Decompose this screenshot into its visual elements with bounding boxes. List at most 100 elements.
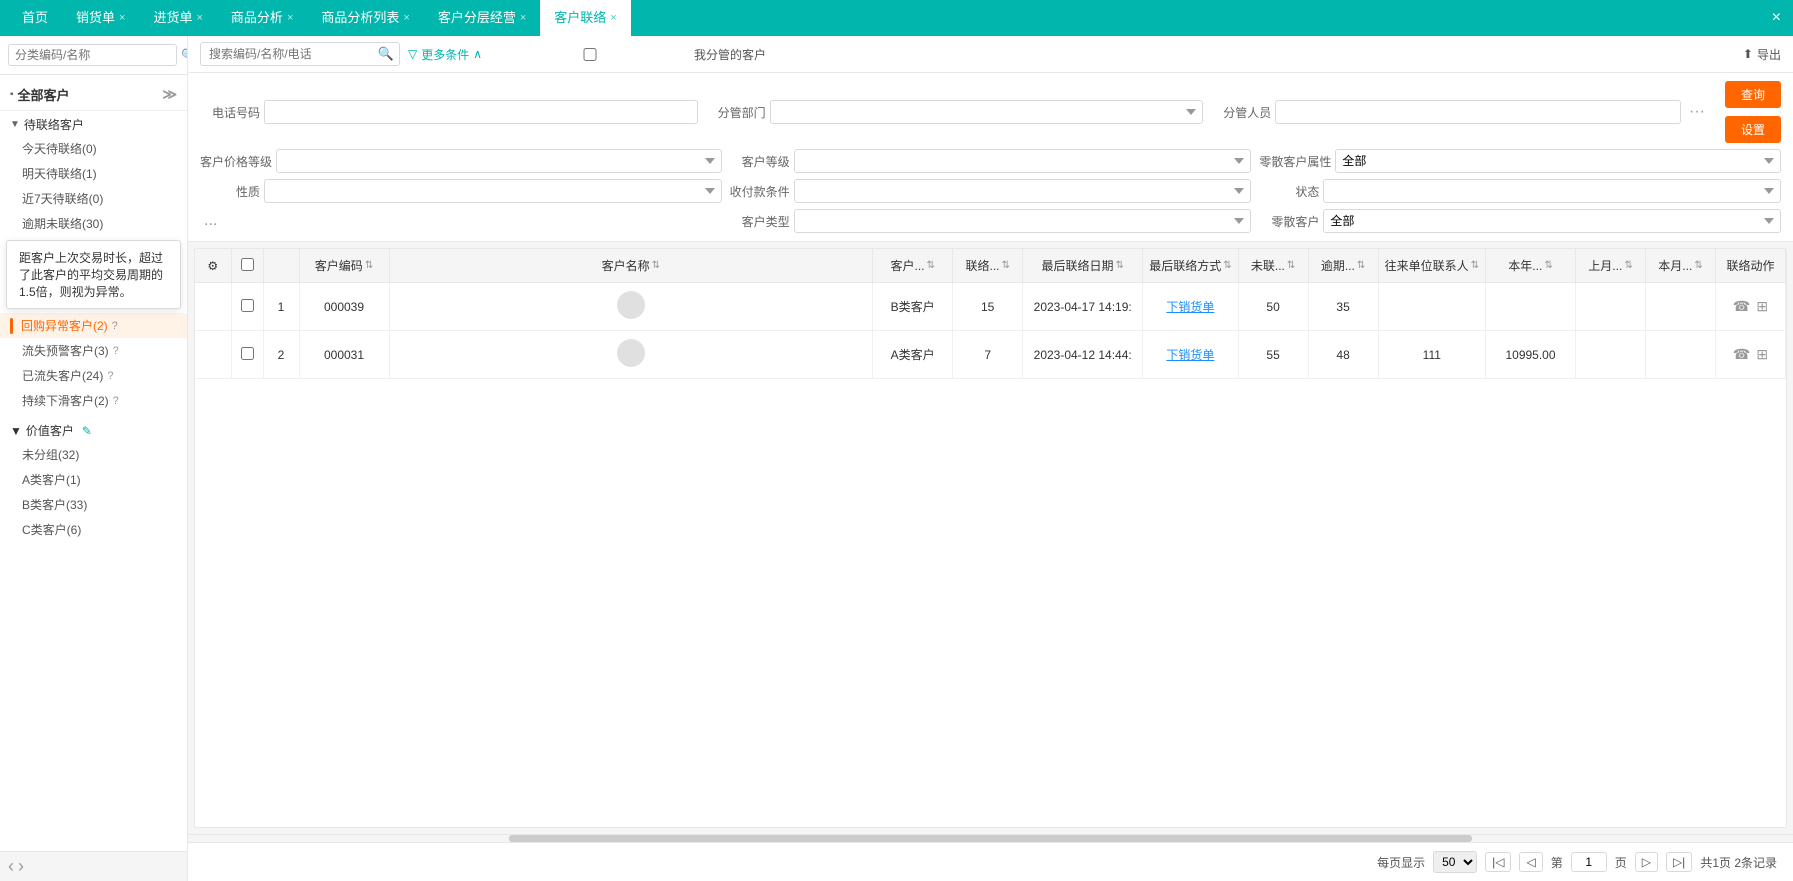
collapse-icon[interactable]: ≫ (162, 86, 177, 103)
close-all-button[interactable]: × (1768, 5, 1785, 31)
nav-purchase[interactable]: 进货单 × (139, 0, 216, 36)
td-check-1 (231, 283, 263, 331)
lost-info-icon[interactable]: ? (107, 370, 113, 382)
person-field: 分管人员 ··· (1211, 100, 1709, 124)
my-customers-check[interactable] (490, 48, 690, 61)
search-icon[interactable]: 🔍 (378, 46, 394, 62)
td-last-method-1[interactable]: 下销货单 (1143, 283, 1238, 331)
td-last-method-2[interactable]: 下销货单 (1143, 331, 1238, 379)
sidebar-item-abnormal[interactable]: 回购异常客户(2) ? (0, 313, 187, 338)
prev-page-button[interactable]: ◁ (1519, 852, 1542, 872)
nav-product-analysis[interactable]: 商品分析 × (217, 0, 307, 36)
sidebar-item-lost-warning[interactable]: 流失预警客户(3) ? (0, 338, 187, 363)
sidebar-all-customers[interactable]: ▪ 全部客户 ≫ (0, 79, 187, 111)
row4-dots[interactable]: ... (200, 212, 221, 230)
sidebar-item-b-class[interactable]: B类客户(33) (0, 492, 187, 517)
last-page-button[interactable]: ▷| (1666, 852, 1692, 872)
sidebar-item-a-class[interactable]: A类客户(1) (0, 467, 187, 492)
nav-customer-contact[interactable]: 客户联络 × (540, 0, 630, 36)
sidebar-item-ungroup[interactable]: 未分组(32) (0, 442, 187, 467)
declining-info-icon[interactable]: ? (113, 395, 119, 407)
payment-select[interactable] (794, 179, 1252, 203)
close-product-analysis-list-icon[interactable]: × (403, 0, 409, 36)
action-phone-1[interactable]: ☎ (1733, 298, 1750, 315)
horizontal-scroll-bar[interactable] (188, 834, 1793, 842)
row-check-2[interactable] (241, 347, 254, 360)
person-dots[interactable]: ··· (1685, 103, 1709, 121)
th-last-method[interactable]: 最后联络方式 ⇅ (1143, 249, 1238, 283)
th-overdue[interactable]: 逾期... ⇅ (1308, 249, 1378, 283)
search-input[interactable] (200, 42, 400, 66)
per-page-select[interactable]: 50 (1433, 851, 1477, 873)
phone-input[interactable] (264, 100, 698, 124)
th-contact-person[interactable]: 往来单位联系人 ⇅ (1378, 249, 1485, 283)
th-grade[interactable]: 客户... ⇅ (873, 249, 953, 283)
nav-customer-segment[interactable]: 客户分层经营 × (424, 0, 540, 36)
nav-product-analysis-list[interactable]: 商品分析列表 × (307, 0, 423, 36)
th-contact[interactable]: 联络... ⇅ (953, 249, 1023, 283)
sidebar-item-lost[interactable]: 已流失客户(24) ? (0, 363, 187, 388)
sort-grade-icon: ⇅ (927, 260, 935, 271)
sidebar-item-7days[interactable]: 近7天待联络(0) (0, 186, 187, 211)
sort-last-date-icon: ⇅ (1116, 260, 1124, 271)
sort-last-month-icon: ⇅ (1624, 260, 1632, 271)
nav-home[interactable]: 首页 (8, 0, 62, 36)
sidebar-right-arrow[interactable]: › (18, 856, 24, 877)
th-name[interactable]: 客户名称 ⇅ (389, 249, 873, 283)
edit-value-icon[interactable]: ✎ (82, 424, 92, 438)
more-conditions-button[interactable]: ▽ 更多条件 ∧ (408, 46, 482, 63)
close-sales-icon[interactable]: × (119, 0, 125, 36)
th-last-date[interactable]: 最后联络日期 ⇅ (1023, 249, 1143, 283)
sidebar-search-icon[interactable]: 🔍 (181, 48, 188, 62)
sidebar-value-group[interactable]: ▼ 价值客户 ✎ (0, 417, 187, 442)
gender-select[interactable] (264, 179, 722, 203)
td-code-1[interactable]: 000039 (299, 283, 389, 331)
close-customer-segment-icon[interactable]: × (520, 0, 526, 36)
sidebar-left-arrow[interactable]: ‹ (8, 856, 14, 877)
check-all[interactable] (241, 258, 254, 271)
retail-attr-select[interactable]: 全部 (1335, 149, 1781, 173)
th-this-year[interactable]: 本年... ⇅ (1486, 249, 1576, 283)
th-code[interactable]: 客户编码 ⇅ (299, 249, 389, 283)
dept-select[interactable] (770, 100, 1204, 124)
sidebar-search-input[interactable] (8, 44, 177, 66)
query-button[interactable]: 查询 (1725, 81, 1781, 108)
lost-warning-info-icon[interactable]: ? (113, 345, 119, 357)
action-more-2[interactable]: ⊞ (1756, 346, 1768, 363)
sidebar-pending-group[interactable]: ▼ 待联络客户 (0, 111, 187, 136)
status-select[interactable] (1323, 179, 1781, 203)
td-code-2[interactable]: 000031 (299, 331, 389, 379)
settings-button[interactable]: 设置 (1725, 116, 1781, 143)
sidebar-item-tomorrow[interactable]: 明天待联络(1) (0, 161, 187, 186)
grade-select[interactable] (794, 149, 1252, 173)
retail-select[interactable]: 全部 (1323, 209, 1781, 233)
td-this-month-2 (1646, 331, 1716, 379)
th-settings[interactable]: ⚙ (195, 249, 231, 283)
abnormal-info-icon[interactable]: ? (112, 320, 118, 332)
th-no-contact[interactable]: 未联... ⇅ (1238, 249, 1308, 283)
th-this-month[interactable]: 本月... ⇅ (1646, 249, 1716, 283)
filter-row-1: 电话号码 分管部门 分管人员 ··· 查询 设置 (200, 81, 1781, 143)
action-more-1[interactable]: ⊞ (1756, 298, 1768, 315)
th-last-month[interactable]: 上月... ⇅ (1576, 249, 1646, 283)
export-button[interactable]: ⬆ 导出 (1743, 46, 1781, 63)
person-input[interactable] (1275, 100, 1681, 124)
sidebar-item-overdue[interactable]: 逾期未联络(30) (0, 211, 187, 236)
action-phone-2[interactable]: ☎ (1733, 346, 1750, 363)
sidebar-item-c-class[interactable]: C类客户(6) (0, 517, 187, 542)
close-product-analysis-icon[interactable]: × (287, 0, 293, 36)
customer-type-select[interactable] (794, 209, 1252, 233)
row-check-1[interactable] (241, 299, 254, 312)
close-purchase-icon[interactable]: × (196, 0, 202, 36)
my-customers-checkbox[interactable]: 我分管的客户 (490, 46, 766, 63)
page-input[interactable] (1571, 852, 1607, 872)
sort-contact-person-icon: ⇅ (1471, 260, 1479, 271)
nav-sales[interactable]: 销货单 × (62, 0, 139, 36)
close-customer-contact-icon[interactable]: × (610, 0, 616, 36)
first-page-button[interactable]: |◁ (1485, 852, 1511, 872)
sidebar-item-declining[interactable]: 持续下滑客户(2) ? (0, 388, 187, 413)
retail-attr-field: 零散客户属性 全部 (1259, 149, 1781, 173)
next-page-button[interactable]: ▷ (1635, 852, 1658, 872)
price-grade-select[interactable] (276, 149, 722, 173)
sidebar-item-today[interactable]: 今天待联络(0) (0, 136, 187, 161)
